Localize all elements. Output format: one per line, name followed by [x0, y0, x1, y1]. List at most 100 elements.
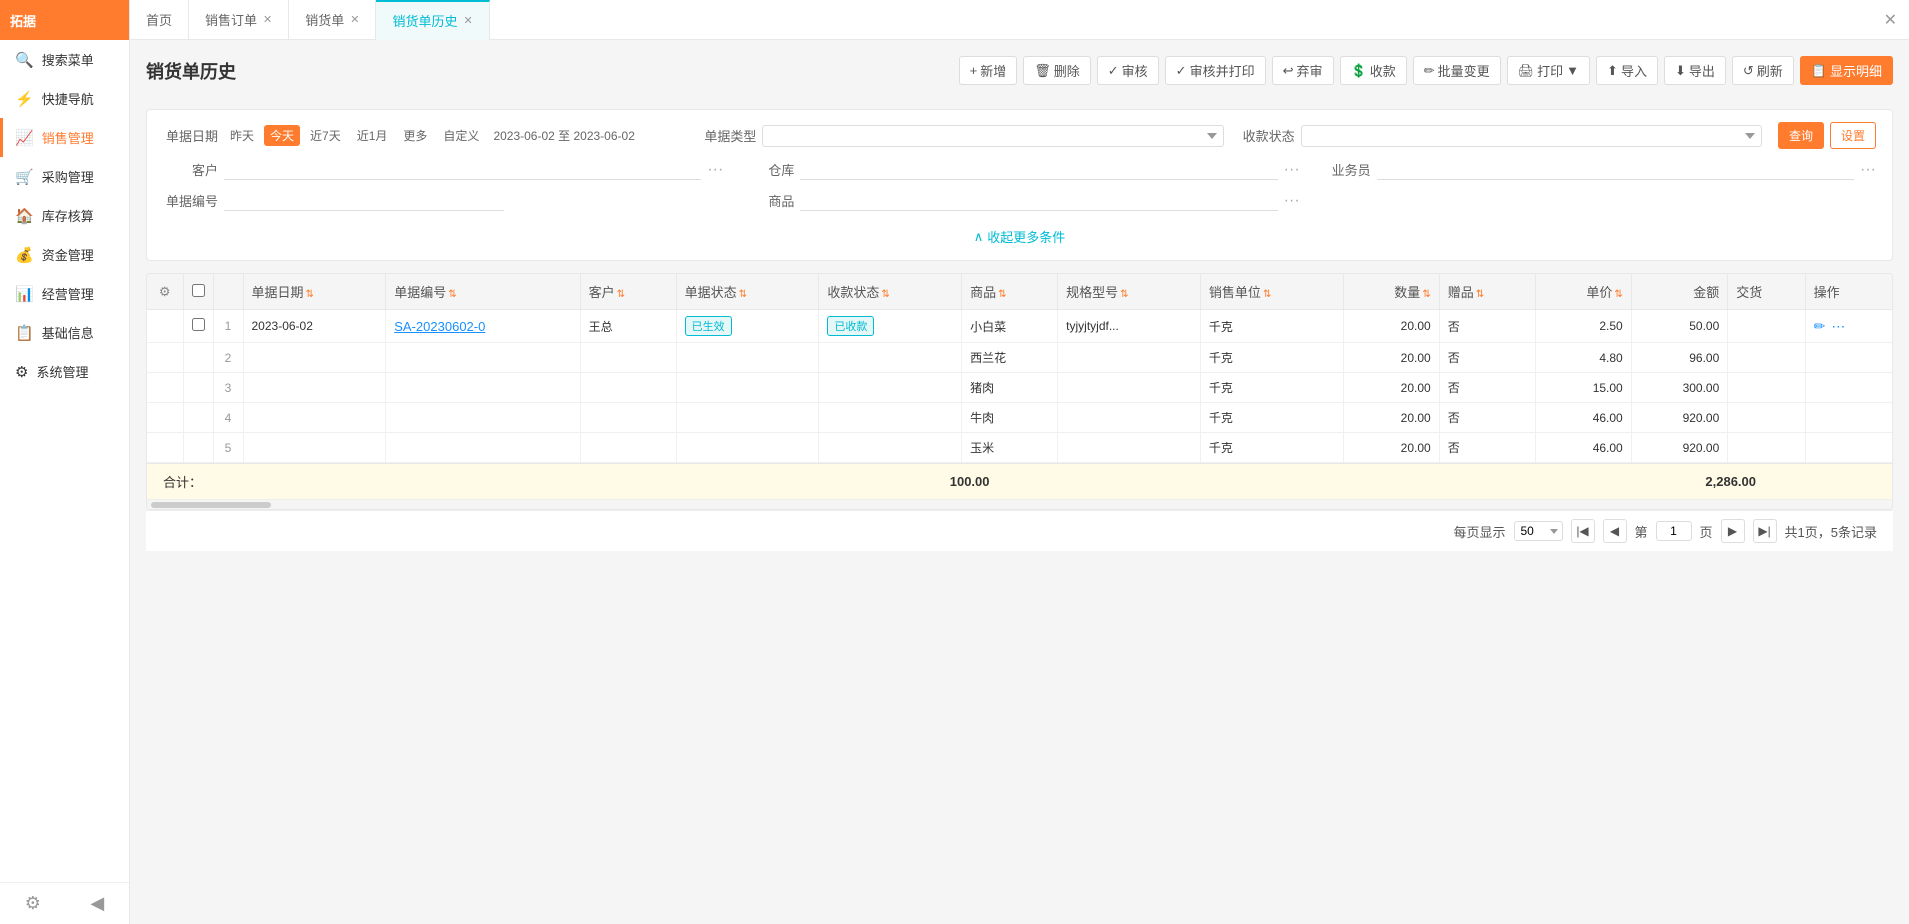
collect-button[interactable]: 💲 收款: [1340, 56, 1407, 85]
cell-check[interactable]: [183, 373, 213, 403]
sidebar-footer-collapse[interactable]: ◀: [90, 893, 104, 914]
business-input[interactable]: [1377, 159, 1854, 180]
row-checkbox[interactable]: [192, 318, 205, 331]
delete-button[interactable]: 🗑 删除: [1023, 56, 1091, 85]
cell-check[interactable]: [183, 343, 213, 373]
th-payment-status[interactable]: 收款状态⇅: [819, 274, 962, 310]
audit-button[interactable]: ✓ 审核: [1097, 56, 1159, 85]
date-tab-today[interactable]: 今天: [264, 125, 300, 146]
business-dots[interactable]: ···: [1860, 162, 1876, 178]
table-settings-icon[interactable]: ⚙: [159, 284, 171, 299]
date-tab-7days[interactable]: 近7天: [304, 125, 347, 146]
select-all-checkbox[interactable]: [192, 284, 205, 297]
import-icon: ⬆: [1607, 63, 1618, 79]
sort-qty-icon[interactable]: ⇅: [1422, 289, 1430, 300]
th-trade-label: 交货: [1736, 285, 1762, 300]
payment-status-select[interactable]: [1301, 125, 1762, 147]
th-checkbox[interactable]: [183, 274, 213, 310]
date-tab-custom[interactable]: 自定义: [437, 125, 485, 146]
show-details-button[interactable]: 📋 显示明细: [1800, 56, 1893, 85]
tab-sales-order[interactable]: 销售订单 ✕: [189, 0, 289, 40]
th-price[interactable]: 单价⇅: [1535, 274, 1631, 310]
settings-button[interactable]: 设置: [1830, 122, 1876, 149]
sort-payment-status-icon[interactable]: ⇅: [881, 289, 889, 300]
next-page-button[interactable]: ▶: [1721, 519, 1745, 543]
docno-input[interactable]: [224, 190, 504, 211]
sidebar-item-system[interactable]: ⚙ 系统管理: [0, 352, 129, 391]
batch-change-button[interactable]: ✏ 批量变更: [1413, 56, 1501, 85]
warehouse-input[interactable]: [800, 159, 1277, 180]
th-doc-no[interactable]: 单据编号⇅: [386, 274, 580, 310]
customer-dots[interactable]: ···: [707, 162, 723, 178]
date-range-text: 2023-06-02 至 2023-06-02: [493, 127, 634, 144]
more-action-icon[interactable]: ⋯: [1831, 318, 1845, 335]
sort-date-icon[interactable]: ⇅: [306, 289, 314, 300]
print-button[interactable]: 🖨 打印 ▼: [1507, 56, 1590, 85]
date-tab-more[interactable]: 更多: [397, 125, 433, 146]
sidebar-item-operations[interactable]: 📊 经营管理: [0, 274, 129, 313]
tab-home[interactable]: 首页: [130, 0, 189, 40]
th-spec[interactable]: 规格型号⇅: [1058, 274, 1201, 310]
prev-page-button[interactable]: ◀: [1603, 519, 1627, 543]
th-customer[interactable]: 客户⇅: [580, 274, 676, 310]
th-date[interactable]: 单据日期⇅: [243, 274, 386, 310]
sort-doc-no-icon[interactable]: ⇅: [448, 289, 456, 300]
horizontal-scrollbar[interactable]: [151, 502, 271, 508]
date-tab-1month[interactable]: 近1月: [351, 125, 394, 146]
tab-sales-goods-close[interactable]: ✕: [350, 13, 359, 26]
th-doc-status[interactable]: 单据状态⇅: [676, 274, 819, 310]
sidebar-item-quick-nav[interactable]: ⚡ 快捷导航: [0, 79, 129, 118]
cell-check[interactable]: [183, 403, 213, 433]
customer-input[interactable]: [224, 159, 701, 180]
sidebar-item-sales[interactable]: 📈 销售管理: [0, 118, 129, 157]
table-row: 2 西兰花 千克 20.00 否 4.80 96.00: [147, 343, 1892, 373]
tab-sales-history-close[interactable]: ✕: [464, 14, 473, 27]
add-button[interactable]: + 新增: [959, 56, 1018, 85]
sort-gift-icon[interactable]: ⇅: [1476, 289, 1484, 300]
sort-price-icon[interactable]: ⇅: [1614, 289, 1622, 300]
first-page-button[interactable]: |◀: [1571, 519, 1595, 543]
sort-spec-icon[interactable]: ⇅: [1120, 289, 1128, 300]
th-gift[interactable]: 赠品⇅: [1439, 274, 1535, 310]
per-page-select[interactable]: 50 100: [1514, 521, 1563, 541]
sort-customer-icon[interactable]: ⇅: [617, 289, 625, 300]
sidebar-item-finance[interactable]: 💰 资金管理: [0, 235, 129, 274]
edit-action-icon[interactable]: ✏: [1814, 318, 1826, 335]
product-input[interactable]: [800, 190, 1277, 211]
sort-product-icon[interactable]: ⇅: [998, 289, 1006, 300]
query-button[interactable]: 查询: [1778, 122, 1824, 149]
export-button[interactable]: ⬇ 导出: [1664, 56, 1726, 85]
th-settings[interactable]: ⚙: [147, 274, 183, 310]
abandon-button[interactable]: ↩ 弃审: [1272, 56, 1334, 85]
cell-check[interactable]: [183, 433, 213, 463]
sidebar-footer-settings[interactable]: ⚙: [25, 893, 41, 914]
sidebar-item-search-menu[interactable]: 🔍 搜索菜单: [0, 40, 129, 79]
page-input[interactable]: [1656, 521, 1692, 541]
cell-check[interactable]: [183, 310, 213, 343]
collapse-button[interactable]: ∧ 收起更多条件: [163, 221, 1876, 248]
doc-no-link[interactable]: SA-20230602-0: [394, 319, 485, 334]
tab-sales-history[interactable]: 销货单历史 ✕: [376, 0, 489, 40]
sort-doc-status-icon[interactable]: ⇅: [739, 289, 747, 300]
cell-actions: [1805, 343, 1892, 373]
product-dots[interactable]: ···: [1284, 193, 1300, 209]
tab-sales-order-close[interactable]: ✕: [263, 13, 272, 26]
import-button[interactable]: ⬆ 导入: [1596, 56, 1658, 85]
sidebar-item-inventory[interactable]: 🏠 库存核算: [0, 196, 129, 235]
date-filter: 昨天 今天 近7天 近1月 更多 自定义 2023-06-02 至 2023-0…: [224, 125, 685, 146]
sidebar-item-basic-info[interactable]: 📋 基础信息: [0, 313, 129, 352]
th-product[interactable]: 商品⇅: [962, 274, 1058, 310]
sidebar-item-purchase[interactable]: 🛒 采购管理: [0, 157, 129, 196]
tab-sales-goods[interactable]: 销货单 ✕: [289, 0, 376, 40]
audit-print-button[interactable]: ✓ 审核并打印: [1165, 56, 1266, 85]
last-page-button[interactable]: ▶|: [1753, 519, 1777, 543]
warehouse-dots[interactable]: ···: [1284, 162, 1300, 178]
th-unit[interactable]: 销售单位⇅: [1200, 274, 1343, 310]
sort-unit-icon[interactable]: ⇅: [1263, 289, 1271, 300]
refresh-button[interactable]: ↺ 刷新: [1732, 56, 1794, 85]
date-tab-yesterday[interactable]: 昨天: [224, 125, 260, 146]
tab-bar-close-all[interactable]: ✕: [1872, 10, 1909, 30]
th-qty[interactable]: 数量⇅: [1343, 274, 1439, 310]
sidebar-item-label: 库存核算: [42, 206, 94, 225]
doc-type-select[interactable]: [762, 125, 1223, 147]
